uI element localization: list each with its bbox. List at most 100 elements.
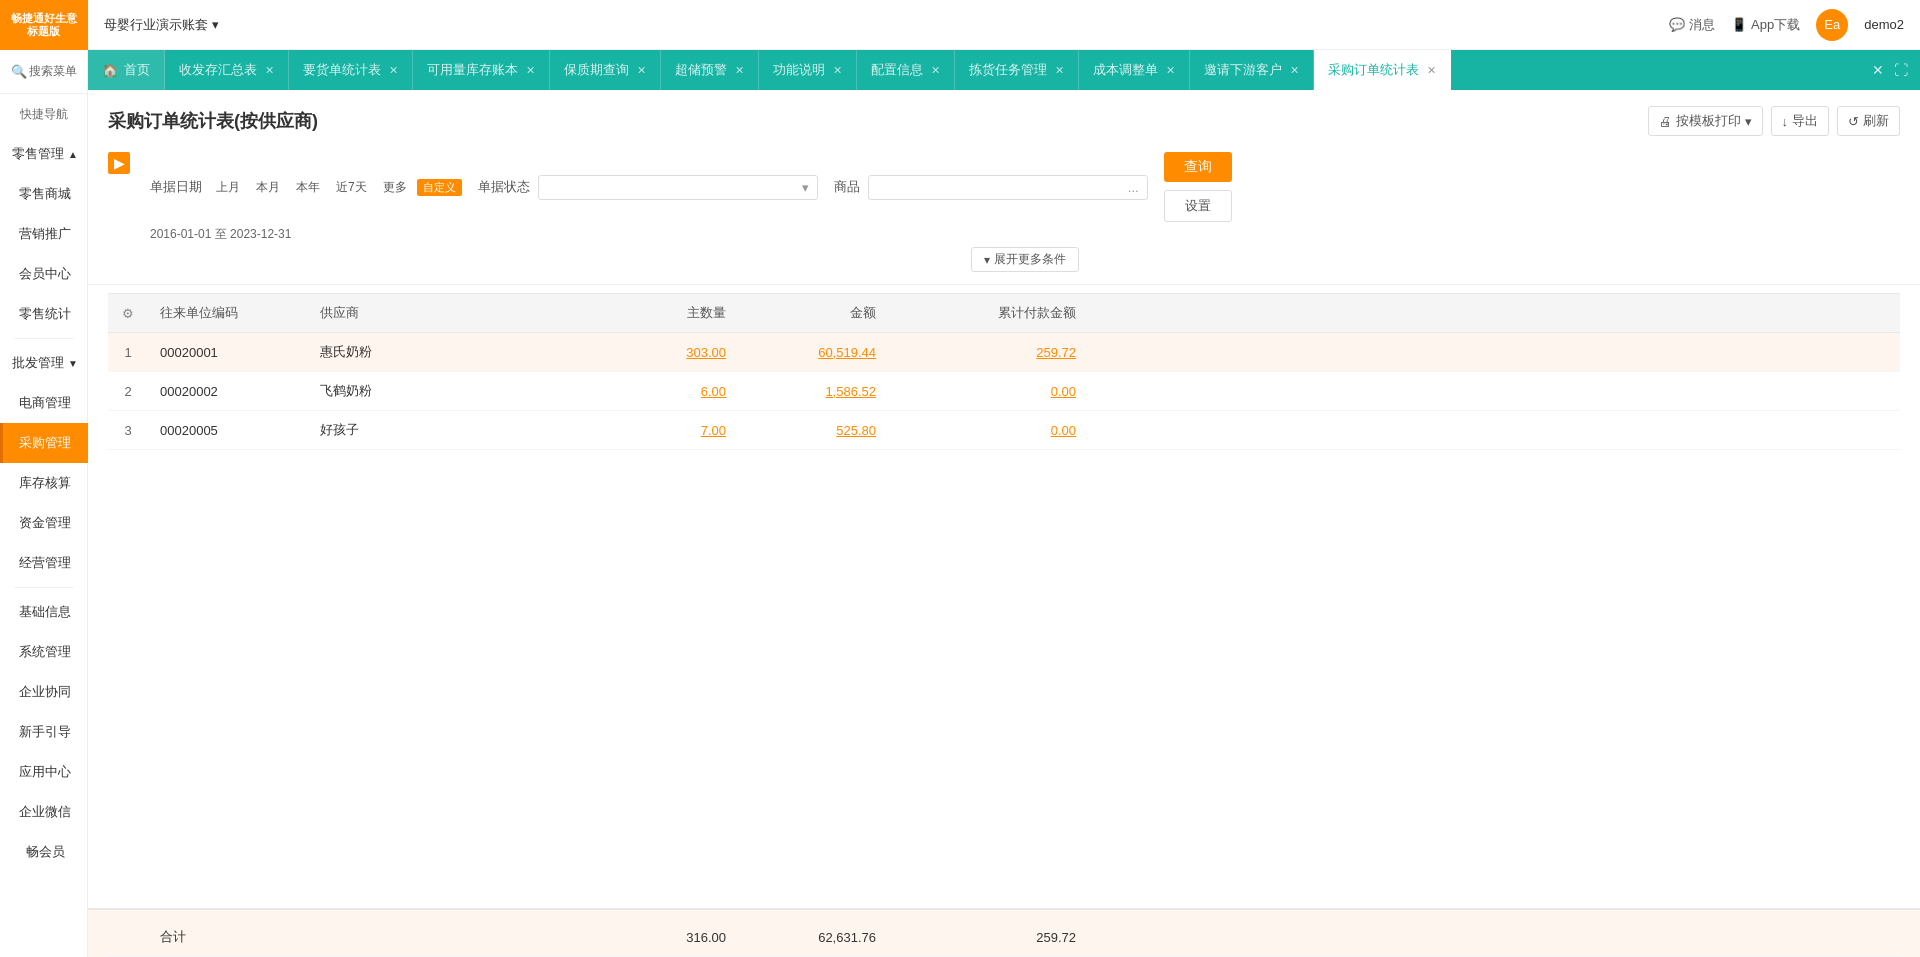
tab-warranty[interactable]: 保质期查询 ✕ (550, 50, 661, 90)
main-content: 母婴行业演示账套 ▾ 💬 消息 📱 App下载 Ea demo2 🏠 首页 收发… (88, 0, 1920, 957)
export-btn[interactable]: ↓ 导出 (1771, 106, 1830, 136)
close-icon[interactable]: ✕ (833, 64, 842, 77)
tab-maximize-btn[interactable]: ⛶ (1890, 58, 1912, 82)
close-icon[interactable]: ✕ (389, 64, 398, 77)
td-code: 00020001 (148, 333, 308, 372)
template-print-btn[interactable]: 🖨 按模板打印 ▾ (1648, 106, 1763, 136)
sidebar-item-operations[interactable]: 经营管理 (0, 543, 88, 583)
td-footer-supplier (308, 918, 588, 957)
close-icon[interactable]: ✕ (931, 64, 940, 77)
chevron-down-icon: ▲ (68, 149, 78, 160)
tab-purchase-stat[interactable]: 采购订单统计表 ✕ (1314, 50, 1451, 90)
sidebar-item-retail-store[interactable]: 零售商城 (0, 174, 88, 214)
sidebar-item-vip-member[interactable]: 畅会员 (0, 832, 88, 872)
td-qty[interactable]: 303.00 (588, 333, 738, 372)
chevron-down-icon: ▾ (1745, 114, 1752, 129)
tab-label: 可用量库存账本 (427, 61, 518, 79)
sidebar-item-purchase-mgmt[interactable]: 采购管理 (0, 423, 88, 463)
goods-select[interactable]: ... (868, 175, 1148, 200)
close-icon[interactable]: ✕ (1166, 64, 1175, 77)
footer-row: 合计 316.00 62,631.76 259.72 (108, 918, 1900, 957)
close-icon[interactable]: ✕ (1427, 64, 1436, 77)
td-spacer (1088, 411, 1900, 450)
this-month-btn[interactable]: 本月 (250, 177, 286, 198)
tab-pick-task[interactable]: 拣货任务管理 ✕ (955, 50, 1079, 90)
gear-icon[interactable]: ⚙ (122, 306, 134, 321)
message-btn[interactable]: 💬 消息 (1669, 16, 1715, 34)
sidebar-item-enterprise-wechat[interactable]: 企业微信 (0, 792, 88, 832)
tab-home[interactable]: 🏠 首页 (88, 50, 165, 90)
tab-label: 要货单统计表 (303, 61, 381, 79)
td-index: 2 (108, 372, 148, 411)
td-paid[interactable]: 259.72 (888, 333, 1088, 372)
sidebar-item-label: 资金管理 (19, 514, 71, 532)
sidebar-item-finance[interactable]: 资金管理 (0, 503, 88, 543)
sidebar-item-ecommerce[interactable]: 电商管理 (0, 383, 88, 423)
td-spacer (1088, 372, 1900, 411)
close-icon[interactable]: ✕ (637, 64, 646, 77)
tab-func-desc[interactable]: 功能说明 ✕ (759, 50, 857, 90)
more-btn[interactable]: 更多 (377, 177, 413, 198)
td-footer-end (1088, 918, 1900, 957)
query-btn[interactable]: 查询 (1164, 152, 1232, 182)
td-footer-label: 合计 (148, 918, 308, 957)
sidebar-item-retail-mgmt[interactable]: 零售管理 ▲ (0, 134, 88, 174)
expand-conditions-btn[interactable]: ▾ 展开更多条件 (971, 247, 1079, 272)
search-menu-item[interactable]: 🔍 搜索菜单 (0, 50, 88, 94)
date-range-text: 2016-01-01 至 2023-12-31 (150, 227, 291, 241)
close-icon[interactable]: ✕ (735, 64, 744, 77)
sidebar-item-member[interactable]: 会员中心 (0, 254, 88, 294)
td-amount[interactable]: 1,586.52 (738, 372, 888, 411)
this-year-btn[interactable]: 本年 (290, 177, 326, 198)
close-icon[interactable]: ✕ (265, 64, 274, 77)
date-label: 单据日期 (150, 178, 202, 196)
tab-recv-send[interactable]: 收发存汇总表 ✕ (165, 50, 289, 90)
filter-toggle-btn[interactable]: ▶ (108, 152, 130, 174)
sidebar-item-label: 经营管理 (19, 554, 71, 572)
sidebar-item-base-info[interactable]: 基础信息 (0, 592, 88, 632)
sidebar-item-marketing[interactable]: 营销推广 (0, 214, 88, 254)
close-icon[interactable]: ✕ (1290, 64, 1299, 77)
page-inner: 采购订单统计表(按供应商) 🖨 按模板打印 ▾ ↓ 导出 ↺ 刷新 (88, 90, 1920, 908)
workspace-selector[interactable]: 母婴行业演示账套 ▾ (104, 16, 219, 34)
sidebar: 畅捷通好生意 标题版 🔍 搜索菜单 快捷导航 零售管理 ▲ 零售商城 营销推广 … (0, 0, 88, 957)
sidebar-item-wholesale-mgmt[interactable]: 批发管理 ▼ (0, 343, 88, 383)
sidebar-item-app-center[interactable]: 应用中心 (0, 752, 88, 792)
tab-order-stat[interactable]: 要货单统计表 ✕ (289, 50, 413, 90)
td-paid[interactable]: 0.00 (888, 411, 1088, 450)
status-select[interactable]: ▾ (538, 175, 818, 200)
tab-close-all-btn[interactable]: ✕ (1868, 58, 1888, 82)
sidebar-item-label: 畅会员 (26, 843, 65, 861)
td-amount[interactable]: 60,519.44 (738, 333, 888, 372)
chevron-down-icon: ▾ (984, 253, 990, 267)
sidebar-item-inventory[interactable]: 库存核算 (0, 463, 88, 503)
refresh-btn[interactable]: ↺ 刷新 (1837, 106, 1900, 136)
sidebar-item-sys-mgmt[interactable]: 系统管理 (0, 632, 88, 672)
sidebar-item-enterprise-collab[interactable]: 企业协同 (0, 672, 88, 712)
page-content: 采购订单统计表(按供应商) 🖨 按模板打印 ▾ ↓ 导出 ↺ 刷新 (88, 90, 1920, 908)
td-paid[interactable]: 0.00 (888, 372, 1088, 411)
tab-invite-downstream[interactable]: 邀请下游客户 ✕ (1190, 50, 1314, 90)
topbar: 母婴行业演示账套 ▾ 💬 消息 📱 App下载 Ea demo2 (88, 0, 1920, 50)
settings-btn[interactable]: 设置 (1164, 190, 1232, 222)
tab-overstock[interactable]: 超储预警 ✕ (661, 50, 759, 90)
close-icon[interactable]: ✕ (1055, 64, 1064, 77)
td-qty[interactable]: 7.00 (588, 411, 738, 450)
tab-available-stock[interactable]: 可用量库存账本 ✕ (413, 50, 550, 90)
user-avatar[interactable]: Ea (1816, 9, 1848, 41)
sidebar-item-label: 零售统计 (19, 305, 71, 323)
td-qty[interactable]: 6.00 (588, 372, 738, 411)
app-download-btn[interactable]: 📱 App下载 (1731, 16, 1800, 34)
sidebar-item-retail-stat[interactable]: 零售统计 (0, 294, 88, 334)
sidebar-item-label: 应用中心 (19, 763, 71, 781)
tab-config[interactable]: 配置信息 ✕ (857, 50, 955, 90)
tab-cost-adjust[interactable]: 成本调整单 ✕ (1079, 50, 1190, 90)
7days-btn[interactable]: 近7天 (330, 177, 373, 198)
close-icon[interactable]: ✕ (526, 64, 535, 77)
td-amount[interactable]: 525.80 (738, 411, 888, 450)
sidebar-item-new-guide[interactable]: 新手引导 (0, 712, 88, 752)
td-spacer (1088, 333, 1900, 372)
last-month-btn[interactable]: 上月 (210, 177, 246, 198)
th-amount: 金额 (738, 294, 888, 333)
sidebar-item-label: 新手引导 (19, 723, 71, 741)
